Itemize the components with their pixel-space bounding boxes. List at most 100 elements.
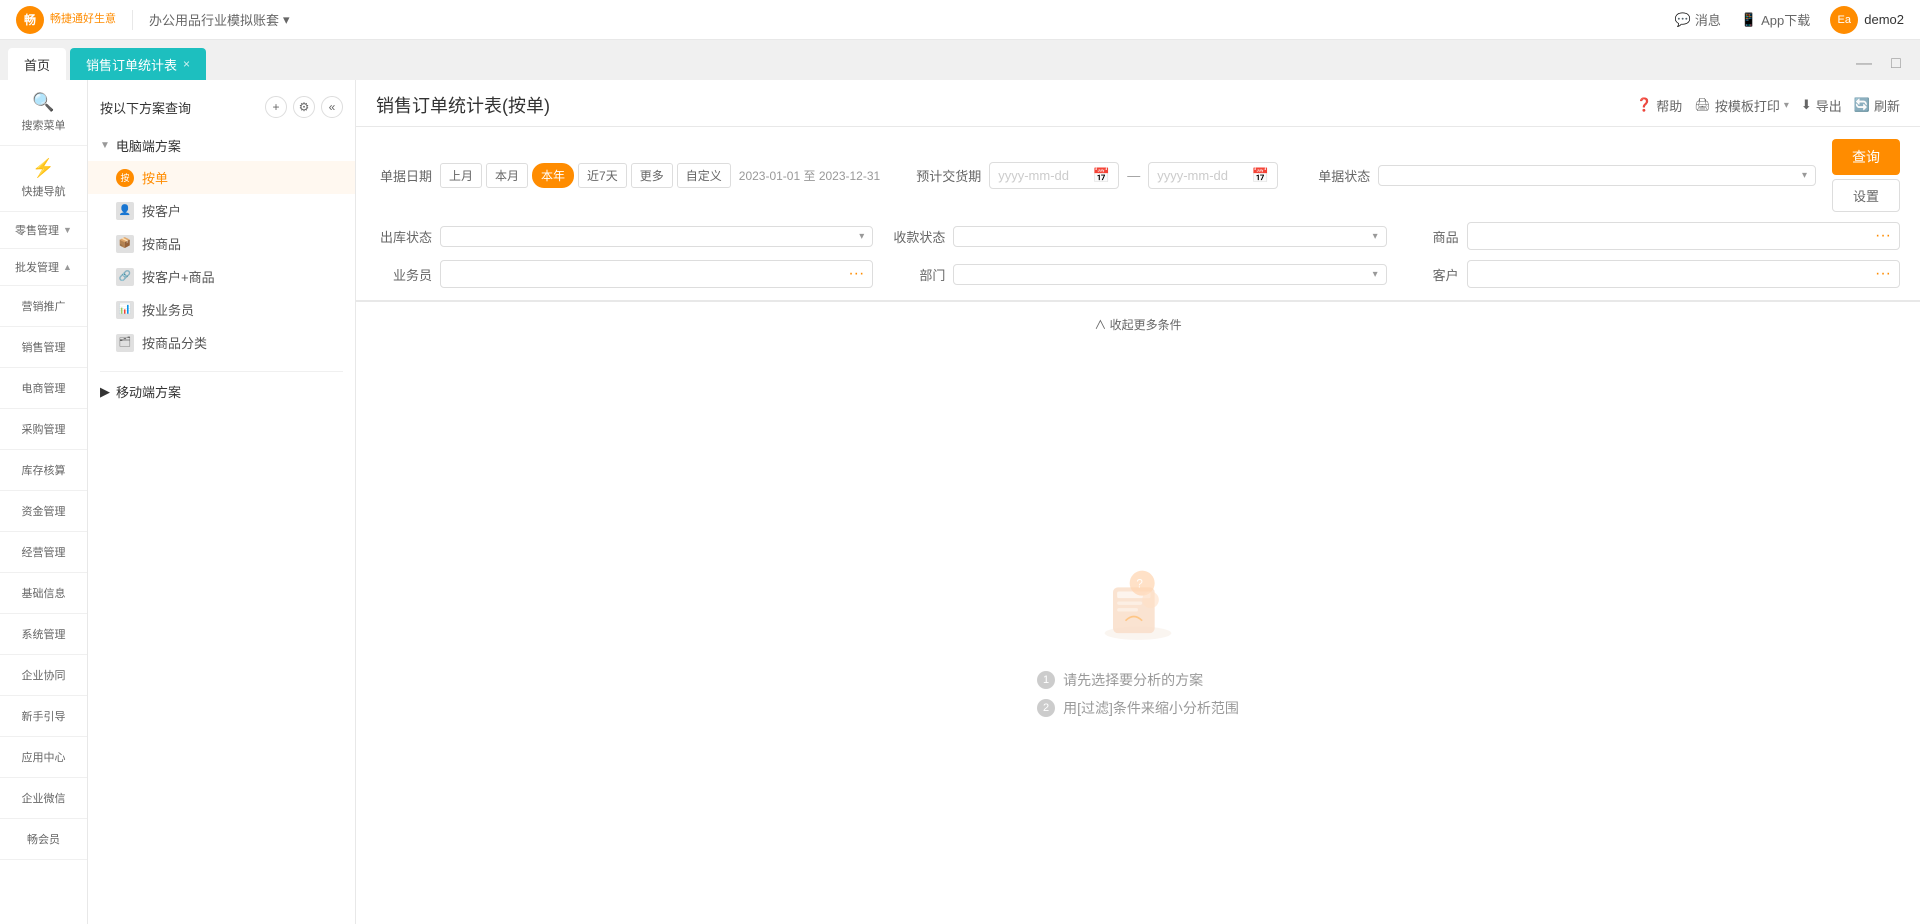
department-select[interactable]: ▾ [953,264,1386,285]
sidebar-item-operation[interactable]: 经营管理 [0,532,87,573]
tab-home[interactable]: 首页 [8,48,66,80]
department-filter-group: 部门 ▾ [889,264,1386,285]
status-filter-group: 单据状态 ▾ [1314,165,1816,186]
sidebar-label-appstore: 应用中心 [22,749,66,765]
sidebar-label-wechat: 企业微信 [22,790,66,806]
print-button[interactable]: 🖨 按模板打印 ▾ [1694,96,1789,115]
date-btn-more[interactable]: 更多 [631,163,673,188]
customer-more-icon[interactable]: ··· [1875,265,1891,283]
help-button[interactable]: ❓ 帮助 [1636,96,1682,115]
customer-input[interactable]: ··· [1467,260,1900,288]
scheme-item-by-salesperson[interactable]: 📊 按业务员 [88,293,355,326]
tab-close-icon[interactable]: × [183,57,190,71]
sidebar-label-inventory: 库存核算 [22,462,66,478]
sidebar-item-purchase[interactable]: 采购管理 [0,409,87,450]
sidebar-item-member[interactable]: 畅会员 [0,819,87,860]
date-separator: — [1127,168,1140,183]
app-name: 办公用品行业模拟账套 [149,10,279,29]
app-download-button[interactable]: 📱 App下载 [1741,10,1810,29]
user-profile[interactable]: Ea demo2 [1830,6,1904,34]
topbar-left: 畅 畅捷通好生意 办公用品行业模拟账套 ▾ [16,6,290,34]
date-btn-last-month[interactable]: 上月 [440,163,482,188]
payment-status-select[interactable]: ▾ [953,226,1386,247]
sidebar-item-appstore[interactable]: 应用中心 [0,737,87,778]
mobile-scheme-parent[interactable]: ▶ 移动端方案 [88,376,355,407]
tab-sales-order[interactable]: 销售订单统计表 × [70,48,206,80]
sidebar-label-basic: 基础信息 [22,585,66,601]
collapse-panel-button[interactable]: « [321,96,343,118]
sidebar-label-operation: 经营管理 [22,544,66,560]
sidebar-label-search: 搜索菜单 [22,117,66,133]
expected-date-start[interactable]: yyyy-mm-dd 📅 [989,162,1119,189]
scheme-item-by-product[interactable]: 📦 按商品 [88,227,355,260]
message-button[interactable]: 💬 消息 [1675,10,1721,29]
scheme-item-by-customer[interactable]: 👤 按客户 [88,194,355,227]
pc-scheme-parent[interactable]: ▼ 电脑端方案 [88,130,355,161]
sidebar-item-marketing[interactable]: 营销推广 [0,286,87,327]
download-icon: 📱 [1741,12,1757,28]
by-category-icon: 🗂 [116,334,134,352]
date-btn-this-month[interactable]: 本月 [486,163,528,188]
status-label: 单据状态 [1314,166,1370,185]
sidebar-label-member: 畅会员 [27,831,60,847]
app-selector[interactable]: 办公用品行业模拟账套 ▾ [149,10,290,29]
sidebar-item-wholesale[interactable]: 批发管理 ▲ [0,249,87,286]
product-input[interactable]: ··· [1467,222,1900,250]
sidebar-item-system[interactable]: 系统管理 [0,614,87,655]
date-btn-7days[interactable]: 近7天 [578,163,627,188]
left-panel-actions: + ⚙ « [265,96,343,118]
scheme-item-by-category[interactable]: 🗂 按商品分类 [88,326,355,359]
status-chevron-icon: ▾ [1802,170,1807,181]
sidebar-item-quick-nav[interactable]: ⚡ 快捷导航 [0,146,87,212]
expected-date-label: 预计交货期 [916,166,981,185]
expected-date-end[interactable]: yyyy-mm-dd 📅 [1148,162,1278,189]
user-name: demo2 [1864,12,1904,27]
add-scheme-button[interactable]: + [265,96,287,118]
empty-state: ? 1 请先选择要分析的方案 2 用[过滤]条件来缩小分析范围 [356,347,1920,924]
scheme-label-by-customer: 按客户 [142,201,181,220]
maximize-button[interactable]: □ [1884,52,1908,76]
expected-date-placeholder2: yyyy-mm-dd [1157,168,1228,183]
date-btn-custom[interactable]: 自定义 [677,163,731,188]
sidebar-label-wholesale: 批发管理 [15,259,59,275]
settings-scheme-button[interactable]: ⚙ [293,96,315,118]
minimize-button[interactable]: — [1852,52,1876,76]
scheme-section: ▼ 电脑端方案 按 按单 👤 按客户 📦 按商品 🔗 按客户+商品 📊 按业 [88,126,355,363]
sidebar-item-basic[interactable]: 基础信息 [0,573,87,614]
page-actions: ❓ 帮助 🖨 按模板打印 ▾ ⬇ 导出 🔄 刷新 [1636,96,1900,115]
settings-button[interactable]: 设置 [1832,179,1900,212]
sidebar-item-search-menu[interactable]: 🔍 搜索菜单 [0,80,87,146]
collapse-area: ∧ 收起更多条件 [356,301,1920,347]
product-more-icon[interactable]: ··· [1875,227,1891,245]
date-btn-this-year[interactable]: 本年 [532,163,574,188]
salesperson-more-icon[interactable]: ··· [848,265,864,283]
scheme-item-by-customer-product[interactable]: 🔗 按客户+商品 [88,260,355,293]
sidebar-item-enterprise[interactable]: 企业协同 [0,655,87,696]
tip-num-1: 1 [1037,671,1055,689]
lightning-icon: ⚡ [32,158,54,179]
delivery-status-select[interactable]: ▾ [440,226,873,247]
sidebar-item-retail[interactable]: 零售管理 ▼ [0,212,87,249]
collapse-button[interactable]: ∧ 收起更多条件 [356,308,1920,341]
salesperson-label: 业务员 [376,265,432,284]
refresh-button[interactable]: 🔄 刷新 [1854,96,1900,115]
delivery-status-group: 出库状态 ▾ [376,226,873,247]
sidebar-label-quicknav: 快捷导航 [22,183,66,199]
delivery-chevron-icon: ▾ [859,231,864,242]
sidebar-item-ecommerce[interactable]: 电商管理 [0,368,87,409]
by-product-icon: 📦 [116,235,134,253]
query-button[interactable]: 查询 [1832,139,1900,175]
scheme-item-by-order[interactable]: 按 按单 [88,161,355,194]
sidebar-item-inventory[interactable]: 库存核算 [0,450,87,491]
export-button[interactable]: ⬇ 导出 [1801,96,1842,115]
main-layout: 🔍 搜索菜单 ⚡ 快捷导航 零售管理 ▼ 批发管理 ▲ 营销推广 销售管理 电商… [0,80,1920,924]
scheme-label-by-product: 按商品 [142,234,181,253]
empty-illustration: ? [1088,554,1188,654]
sidebar-item-wechat[interactable]: 企业微信 [0,778,87,819]
section-divider [100,371,343,372]
salesperson-input[interactable]: ··· [440,260,873,288]
status-select[interactable]: ▾ [1378,165,1816,186]
sidebar-item-finance[interactable]: 资金管理 [0,491,87,532]
sidebar-item-sales[interactable]: 销售管理 [0,327,87,368]
sidebar-item-newbie[interactable]: 新手引导 [0,696,87,737]
